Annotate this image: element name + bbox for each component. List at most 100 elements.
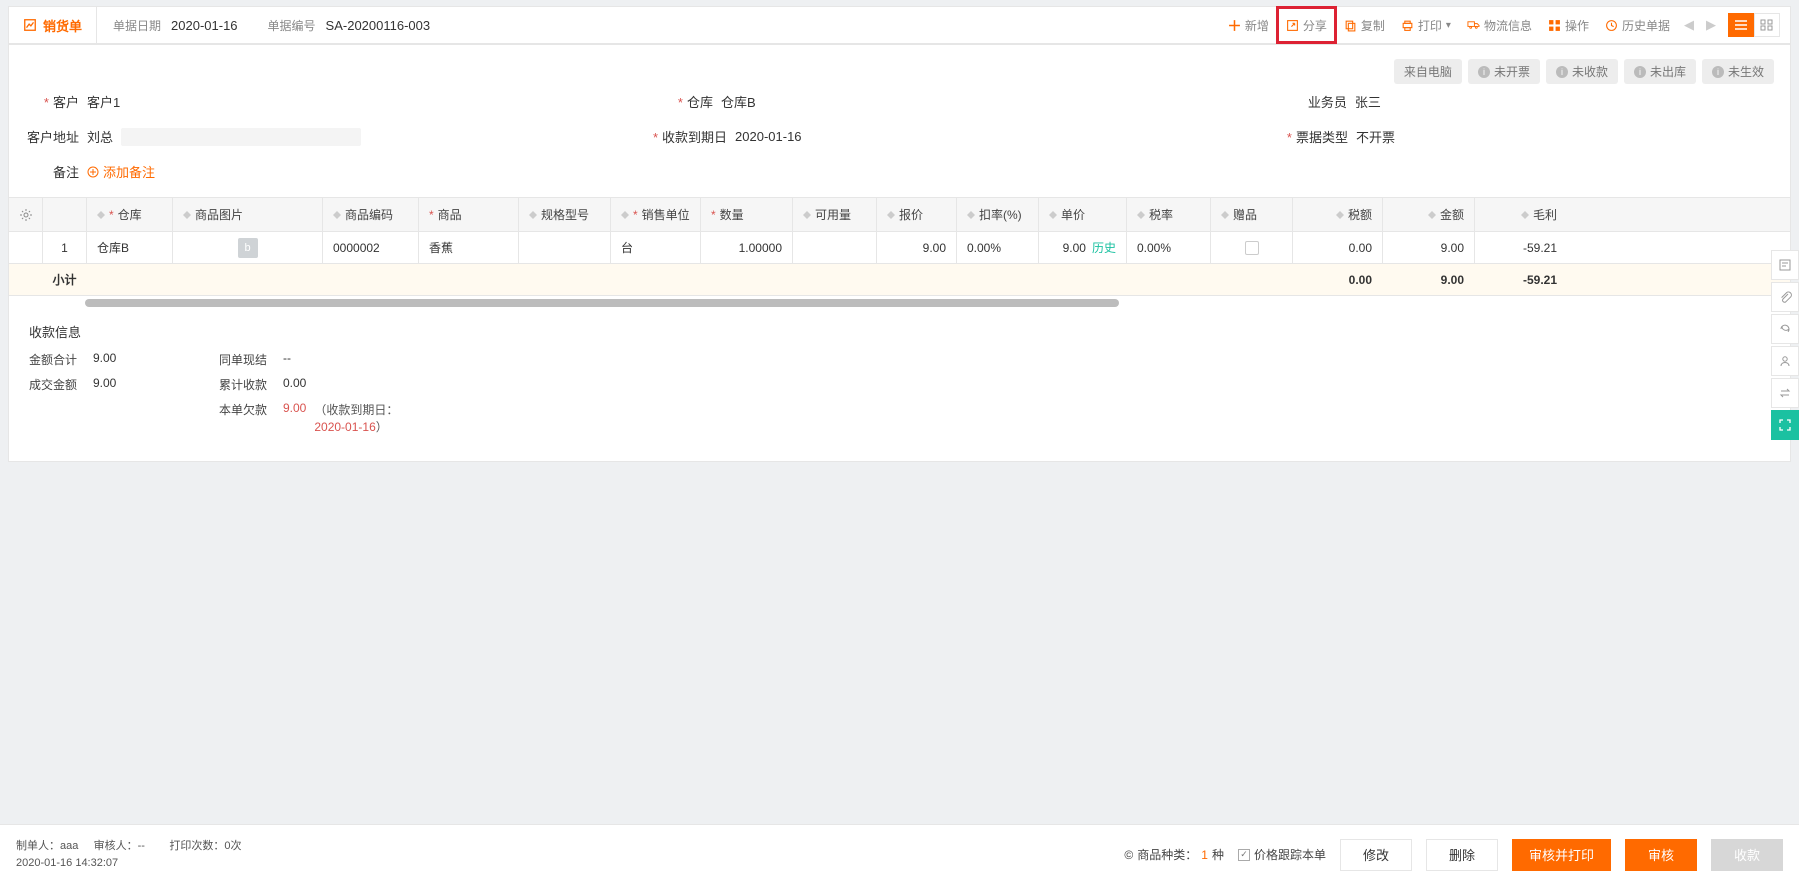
due-date-label: 收款到期日 — [653, 127, 727, 146]
receive-button[interactable]: 收款 — [1711, 839, 1783, 871]
prev-doc-button[interactable]: ◀ — [1678, 17, 1700, 33]
operate-button[interactable]: 操作 — [1540, 7, 1597, 43]
subtotal-profit: -59.21 — [1475, 264, 1567, 295]
cell-product: 香蕉 — [419, 232, 519, 263]
history-icon — [1605, 19, 1618, 32]
address-masked — [121, 128, 361, 146]
user-icon — [1778, 354, 1792, 368]
inactive-badge[interactable]: i未生效 — [1702, 59, 1774, 84]
cum-value: 0.00 — [283, 376, 306, 393]
kinds-info: © 商品种类： 1 种 — [1124, 846, 1224, 863]
salesman-label: 业务员 — [1287, 92, 1347, 111]
col-gift[interactable]: 赠品 — [1211, 198, 1293, 231]
view-list-button[interactable] — [1728, 13, 1754, 37]
subtotal-label: 小计 — [43, 264, 87, 295]
table-settings-button[interactable] — [9, 198, 43, 231]
due-label: 本单欠款 — [219, 401, 275, 435]
note-icon — [1778, 258, 1792, 272]
address-label: 客户地址 — [19, 127, 79, 146]
address-value: 刘总 — [87, 127, 113, 146]
col-product[interactable]: 商品 — [419, 198, 519, 231]
col-image[interactable]: 商品图片 — [173, 198, 323, 231]
new-button[interactable]: 新增 — [1220, 7, 1277, 43]
total-value: 9.00 — [93, 351, 116, 368]
col-discount[interactable]: 扣率(%) — [957, 198, 1039, 231]
cell-discount: 0.00% — [957, 232, 1039, 263]
print-icon — [1401, 19, 1414, 32]
cell-available — [793, 232, 877, 263]
cell-unit: 台 — [611, 232, 701, 263]
copy-button[interactable]: 复制 — [1336, 7, 1393, 43]
print-button[interactable]: 打印 ▾ — [1393, 7, 1459, 43]
scroll-thumb[interactable] — [85, 299, 1119, 307]
audit-button[interactable]: 审核 — [1625, 839, 1697, 871]
info-icon: i — [1634, 66, 1646, 78]
gift-checkbox[interactable] — [1245, 241, 1259, 255]
price-history-link[interactable]: 历史 — [1092, 239, 1116, 256]
doc-type-tab[interactable]: 销货单 — [9, 7, 97, 43]
rail-expand-button[interactable] — [1771, 410, 1799, 440]
product-thumb-icon: b — [238, 238, 258, 258]
deal-label: 成交金额 — [29, 376, 85, 393]
cell-code: 0000002 — [323, 232, 419, 263]
document-card: 来自电脑 i未开票 i未收款 i未出库 i未生效 客户客户1 仓库仓库B 业务员… — [8, 44, 1791, 462]
price-follow-checkbox[interactable]: ✓ 价格跟踪本单 — [1238, 846, 1326, 863]
col-code[interactable]: 商品编码 — [323, 198, 419, 231]
truck-icon — [1467, 19, 1480, 32]
toolbar-actions: 新增 分享 复制 打印 ▾ 物流信息 操作 历史单据 ◀ ▶ — [1220, 7, 1790, 43]
rail-note-button[interactable] — [1771, 250, 1799, 280]
audit-print-button[interactable]: 审核并打印 — [1512, 839, 1611, 871]
col-quote[interactable]: 报价 — [877, 198, 957, 231]
col-spec[interactable]: 规格型号 — [519, 198, 611, 231]
doc-icon — [23, 18, 37, 32]
table-horizontal-scrollbar[interactable] — [85, 298, 1780, 308]
table-header: 仓库 商品图片 商品编码 商品 规格型号 销售单位 数量 可用量 报价 扣率(%… — [9, 198, 1790, 232]
plus-icon — [1228, 19, 1241, 32]
payment-title: 收款信息 — [9, 308, 1790, 345]
auditor-value: -- — [138, 840, 145, 852]
uninvoiced-badge[interactable]: i未开票 — [1468, 59, 1540, 84]
grid-icon — [1548, 19, 1561, 32]
delete-button[interactable]: 删除 — [1426, 839, 1498, 871]
deal-value: 9.00 — [93, 376, 116, 393]
col-tax[interactable]: 税额 — [1293, 198, 1383, 231]
col-index — [43, 198, 87, 231]
card-icon — [1760, 19, 1774, 31]
cell-warehouse: 仓库B — [87, 232, 173, 263]
logistics-button[interactable]: 物流信息 — [1459, 7, 1540, 43]
view-card-button[interactable] — [1754, 13, 1780, 37]
info-icon: i — [1556, 66, 1568, 78]
cell-index: 1 — [43, 232, 87, 263]
next-doc-button[interactable]: ▶ — [1700, 17, 1722, 33]
col-unit[interactable]: 销售单位 — [611, 198, 701, 231]
unreceived-badge[interactable]: i未收款 — [1546, 59, 1618, 84]
invoice-type-value: 不开票 — [1356, 127, 1395, 146]
table-row[interactable]: 1 仓库B b 0000002 香蕉 台 1.00000 9.00 0.00% … — [9, 232, 1790, 264]
edit-button[interactable]: 修改 — [1340, 839, 1412, 871]
share-button[interactable]: 分享 — [1277, 7, 1336, 43]
unship-badge[interactable]: i未出库 — [1624, 59, 1696, 84]
col-profit[interactable]: 毛利 — [1475, 198, 1567, 231]
col-available[interactable]: 可用量 — [793, 198, 877, 231]
payment-grid: 金额合计9.00 成交金额9.00 同单现结-- 累计收款0.00 本单欠款 9… — [9, 345, 1790, 441]
footer-bar: 制单人：aaa 审核人：-- 打印次数：0次 2020-01-16 14:32:… — [0, 824, 1799, 884]
footer-timestamp: 2020-01-16 14:32:07 — [16, 855, 242, 872]
due-date-value: 2020-01-16 — [735, 129, 802, 144]
rail-attach-button[interactable] — [1771, 282, 1799, 312]
col-qty[interactable]: 数量 — [701, 198, 793, 231]
col-price[interactable]: 单价 — [1039, 198, 1127, 231]
rail-transfer-button[interactable] — [1771, 378, 1799, 408]
add-remark-button[interactable]: 添加备注 — [87, 162, 155, 181]
col-warehouse[interactable]: 仓库 — [87, 198, 173, 231]
customer-label: 客户 — [19, 92, 79, 111]
doc-date: 2020-01-16 — [171, 18, 238, 33]
rail-refresh-button[interactable] — [1771, 314, 1799, 344]
creator-value: aaa — [60, 840, 78, 852]
col-tax-rate[interactable]: 税率 — [1127, 198, 1211, 231]
col-amount[interactable]: 金额 — [1383, 198, 1475, 231]
rail-user-button[interactable] — [1771, 346, 1799, 376]
plus-circle-icon — [87, 166, 99, 178]
history-button[interactable]: 历史单据 — [1597, 7, 1678, 43]
items-table: 仓库 商品图片 商品编码 商品 规格型号 销售单位 数量 可用量 报价 扣率(%… — [9, 197, 1790, 308]
list-icon — [1734, 19, 1748, 31]
